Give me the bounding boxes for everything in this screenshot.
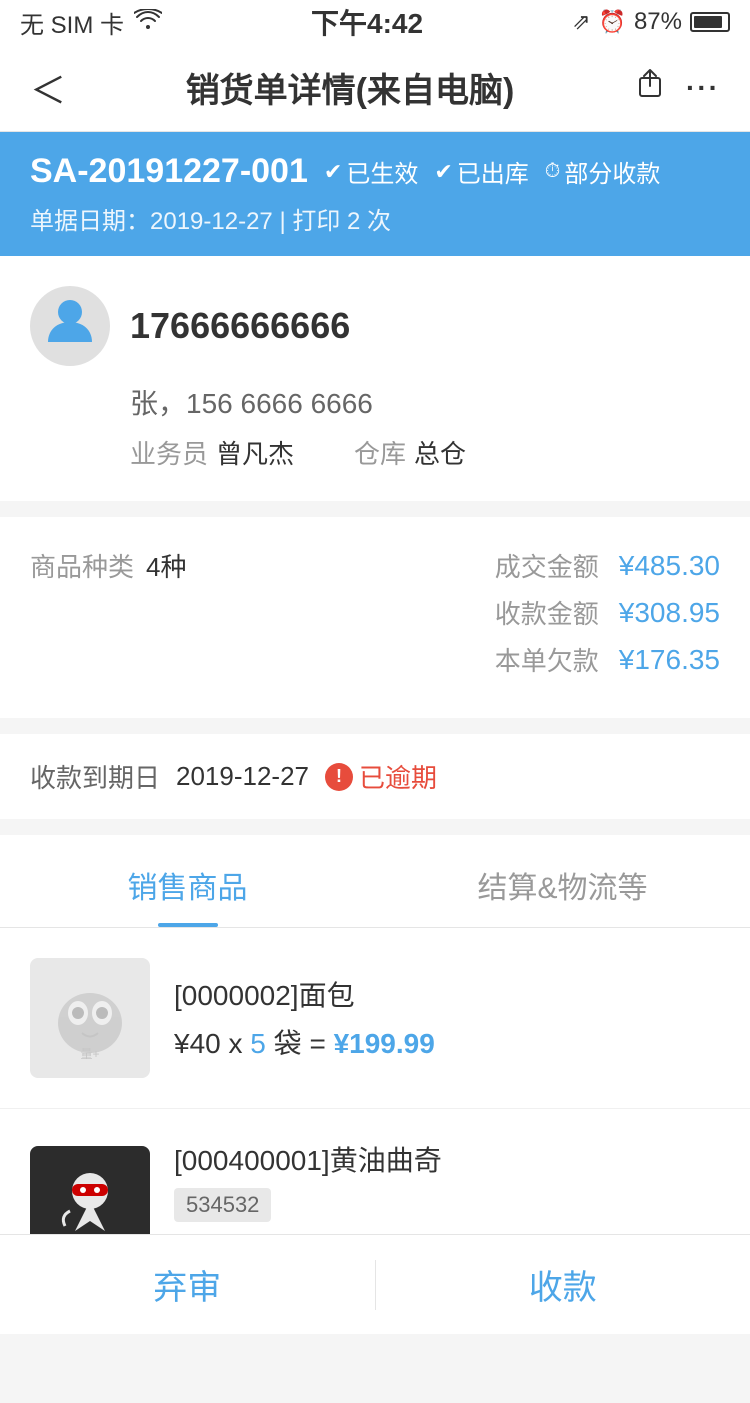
carrier-text: 无 SIM 卡 xyxy=(20,5,124,40)
debt-row: 本单欠款 ¥176.35 xyxy=(495,641,720,678)
product-qty-1: 5 xyxy=(250,1028,266,1059)
product-thumb-1: 量+ xyxy=(30,958,150,1078)
bottom-bar: 弃审 收款 xyxy=(0,1234,750,1334)
sales-info: 业务员 曾凡杰 xyxy=(130,434,294,471)
nav-bar: ＜ 销货单详情(来自电脑) ··· xyxy=(0,44,750,132)
more-button[interactable]: ··· xyxy=(686,72,720,104)
status-right: ⇗ ⏰ 87% xyxy=(572,8,730,36)
customer-id: 17666666666 xyxy=(130,305,350,347)
due-section: 收款到期日 2019-12-27 ! 已逾期 xyxy=(0,734,750,819)
overdue-badge: ! 已逾期 xyxy=(325,758,437,795)
amount-row: 成交金额 ¥485.30 xyxy=(495,547,720,584)
page-title: 销货单详情(来自电脑) xyxy=(186,63,515,112)
warehouse-label: 仓库 xyxy=(354,434,406,471)
warehouse-info: 仓库 总仓 xyxy=(354,434,466,471)
summary-right: 成交金额 ¥485.30 收款金额 ¥308.95 本单欠款 ¥176.35 xyxy=(495,547,720,688)
sales-value: 曾凡杰 xyxy=(216,434,294,471)
nav-actions: ··· xyxy=(634,68,720,108)
overdue-icon: ! xyxy=(325,763,353,791)
due-label: 收款到期日 xyxy=(30,758,160,795)
tab-settlement[interactable]: 结算&物流等 xyxy=(375,835,750,927)
back-button[interactable]: ＜ xyxy=(30,62,66,114)
collected-value: ¥308.95 xyxy=(619,597,720,629)
cancel-button[interactable]: 弃审 xyxy=(0,1240,375,1329)
overdue-text: 已逾期 xyxy=(359,758,437,795)
product-price-1: ¥40 x 5 袋 = ¥199.99 xyxy=(174,1022,720,1062)
check-icon-2: ✔ xyxy=(434,159,452,185)
customer-name-phone: 张，156 6666 6666 xyxy=(30,382,720,422)
collected-row: 收款金额 ¥308.95 xyxy=(495,594,720,631)
svg-text:量+: 量+ xyxy=(80,1047,99,1061)
product-info-1: [0000002]面包 ¥40 x 5 袋 = ¥199.99 xyxy=(174,974,720,1062)
status-effective: ✔ 已生效 xyxy=(324,154,418,189)
user-icon xyxy=(40,290,100,362)
avatar xyxy=(30,286,110,366)
share-button[interactable] xyxy=(634,68,666,108)
wifi-icon xyxy=(134,8,162,36)
product-item-1: 量+ [0000002]面包 ¥40 x 5 袋 = ¥199.99 xyxy=(0,928,750,1109)
location-icon: ⇗ xyxy=(572,9,590,35)
debt-value: ¥176.35 xyxy=(619,644,720,676)
product-types-item: 商品种类 4种 xyxy=(30,547,186,584)
order-id: SA-20191227-001 xyxy=(30,152,308,191)
summary-section: 商品种类 4种 成交金额 ¥485.30 收款金额 ¥308.95 本单欠款 ¥… xyxy=(0,517,750,718)
due-date: 2019-12-27 xyxy=(176,761,309,792)
confirm-button[interactable]: 收款 xyxy=(376,1240,750,1329)
warehouse-value: 总仓 xyxy=(414,434,466,471)
tabs-section: 销售商品 结算&物流等 xyxy=(0,835,750,928)
customer-section: 17666666666 张，156 6666 6666 业务员 曾凡杰 仓库 总… xyxy=(0,256,750,501)
tabs-row: 销售商品 结算&物流等 xyxy=(0,835,750,928)
battery-icon xyxy=(690,12,730,32)
product-badge-2: 534532 xyxy=(174,1188,271,1222)
status-carrier: 无 SIM 卡 xyxy=(20,5,162,40)
status-shipped: ✔ 已出库 xyxy=(434,154,528,189)
collected-label: 收款金额 xyxy=(495,594,599,631)
battery-text: 87% xyxy=(634,8,682,36)
debt-label: 本单欠款 xyxy=(495,641,599,678)
status-time: 下午4:42 xyxy=(311,2,423,42)
product-total-1: ¥199.99 xyxy=(334,1028,435,1059)
product-types-label: 商品种类 xyxy=(30,547,134,584)
order-meta: 单据日期：2019-12-27 | 打印 2 次 xyxy=(30,201,720,236)
check-icon-1: ✔ xyxy=(324,159,342,185)
amount-value: ¥485.30 xyxy=(619,550,720,582)
customer-info: 业务员 曾凡杰 仓库 总仓 xyxy=(30,434,720,471)
amount-label: 成交金额 xyxy=(495,547,599,584)
summary-left: 商品种类 4种 xyxy=(30,547,186,592)
product-name-2: [000400001]黄油曲奇 xyxy=(174,1139,720,1179)
clock-icon: ⏱ xyxy=(545,160,561,183)
product-types-value: 4种 xyxy=(146,547,186,584)
status-partial-payment: ⏱ 部分收款 xyxy=(545,154,661,189)
order-header: SA-20191227-001 ✔ 已生效 ✔ 已出库 ⏱ 部分收款 单据日期：… xyxy=(0,132,750,256)
status-bar: 无 SIM 卡 下午4:42 ⇗ ⏰ 87% xyxy=(0,0,750,44)
product-name-1: [0000002]面包 xyxy=(174,974,720,1014)
tab-sales[interactable]: 销售商品 xyxy=(0,835,375,927)
sales-label: 业务员 xyxy=(130,434,208,471)
alarm-icon: ⏰ xyxy=(599,9,626,35)
